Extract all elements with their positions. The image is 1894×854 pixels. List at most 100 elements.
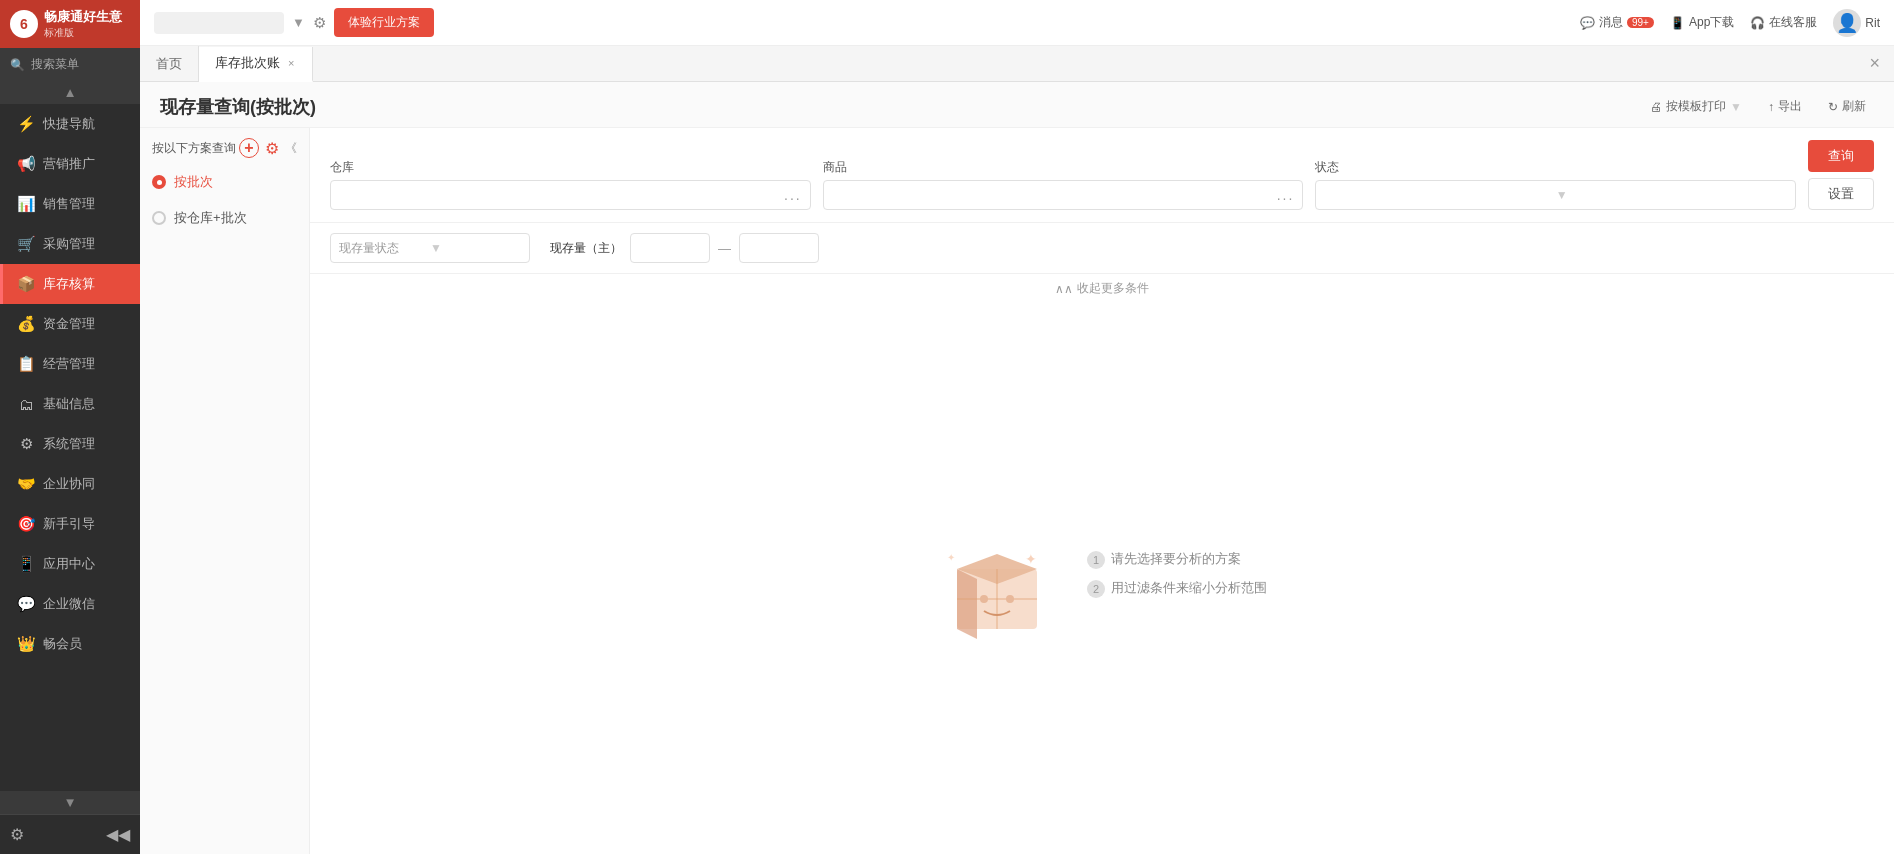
warehouse-dots-btn[interactable]: ...: [784, 187, 802, 203]
filter-panel-header: 按以下方案查询 + ⚙ 《: [140, 128, 309, 164]
tab-area-close-btn[interactable]: ×: [1869, 53, 1880, 74]
messages-btn[interactable]: 💬 消息 99+: [1580, 14, 1654, 31]
search-menu[interactable]: 🔍 搜索菜单: [0, 48, 140, 81]
member-icon: 👑: [17, 635, 35, 653]
print-icon: 🖨: [1650, 100, 1662, 114]
enterprise-icon: 🤝: [17, 475, 35, 493]
sidebar-item-finance[interactable]: 💰 资金管理: [0, 304, 140, 344]
sidebar-footer: ⚙ ◀◀: [0, 814, 140, 854]
finance-icon: 💰: [17, 315, 35, 333]
sidebar-item-member[interactable]: 👑 畅会员: [0, 624, 140, 664]
empty-state: ✦ ✦ 1 请先选择要分析的方案 2 用过滤条件来缩小分析范围: [310, 303, 1894, 854]
avatar: 👤: [1833, 9, 1861, 37]
filter-option-by-batch[interactable]: 按批次: [140, 164, 309, 200]
inventory-status-dropdown-icon: ▼: [430, 241, 521, 255]
collapse-filter-btn[interactable]: 《: [285, 140, 297, 157]
online-service-btn[interactable]: 🎧 在线客服: [1750, 14, 1817, 31]
filter-actions: 查询 设置: [1808, 140, 1874, 210]
enterprise-wechat-icon: 💬: [17, 595, 35, 613]
sales-icon: 📊: [17, 195, 35, 213]
inventory-status-select[interactable]: 现存量状态 ▼: [330, 233, 530, 263]
svg-text:✦: ✦: [1025, 551, 1037, 567]
content-area: 现存量查询(按批次) 🖨 按模板打印 ▼ ↑ 导出 ↻ 刷新: [140, 82, 1894, 854]
product-dots-btn[interactable]: ...: [1277, 187, 1295, 203]
sidebar-item-basic[interactable]: 🗂 基础信息: [0, 384, 140, 424]
scroll-up-btn[interactable]: ▲: [0, 81, 140, 104]
page-actions: 🖨 按模板打印 ▼ ↑ 导出 ↻ 刷新: [1642, 94, 1874, 119]
basic-icon: 🗂: [17, 396, 35, 413]
collapse-sidebar-icon[interactable]: ◀◀: [106, 825, 130, 844]
sidebar-item-marketing[interactable]: 📢 营销推广: [0, 144, 140, 184]
app-logo: 6: [10, 10, 38, 38]
add-scheme-btn[interactable]: +: [239, 138, 259, 158]
sidebar-item-enterprise-wechat[interactable]: 💬 企业微信: [0, 584, 140, 624]
sidebar-item-newbie[interactable]: 🎯 新手引导: [0, 504, 140, 544]
collapse-up-icon: ∧∧: [1055, 282, 1073, 296]
headset-icon: 🎧: [1750, 16, 1765, 30]
filter-settings-btn[interactable]: 设置: [1808, 178, 1874, 210]
tabbar: 首页 库存批次账 × ×: [140, 46, 1894, 82]
filter-panel: 按以下方案查询 + ⚙ 《 按批次 按仓库+批次: [140, 128, 310, 854]
inventory-qty-from[interactable]: [630, 233, 710, 263]
scheme-settings-btn[interactable]: ⚙: [265, 139, 279, 158]
app-download-btn[interactable]: 📱 App下载: [1670, 14, 1734, 31]
product-input[interactable]: [832, 188, 1277, 202]
experience-btn[interactable]: 体验行业方案: [334, 8, 434, 37]
sidebar: 6 畅康通好生意 标准版 🔍 搜索菜单 ▲ ⚡ 快捷导航 📢 营销推广 📊 销售…: [0, 0, 140, 854]
sidebar-item-purchase[interactable]: 🛒 采购管理: [0, 224, 140, 264]
status-dropdown-icon: ▼: [1556, 188, 1787, 202]
warehouse-input[interactable]: [339, 188, 784, 202]
svg-text:✦: ✦: [947, 552, 955, 563]
sidebar-item-app-center[interactable]: 📱 应用中心: [0, 544, 140, 584]
system-icon: ⚙: [17, 435, 35, 453]
inventory-qty-from-input[interactable]: [639, 241, 699, 255]
status-select[interactable]: ▼: [1315, 180, 1796, 210]
export-icon: ↑: [1768, 100, 1774, 114]
refresh-icon: ↻: [1828, 100, 1838, 114]
page-header: 现存量查询(按批次) 🖨 按模板打印 ▼ ↑ 导出 ↻ 刷新: [140, 82, 1894, 128]
topbar-left: ▼ ⚙ 体验行业方案: [154, 8, 1570, 37]
search-icon: 🔍: [10, 58, 25, 72]
scroll-down-btn[interactable]: ▼: [0, 791, 140, 814]
page-title: 现存量查询(按批次): [160, 95, 316, 119]
collapse-row[interactable]: ∧∧ 收起更多条件: [310, 274, 1894, 303]
svg-marker-2: [957, 569, 977, 639]
sidebar-item-inventory[interactable]: 📦 库存核算: [0, 264, 140, 304]
sidebar-item-quick-nav[interactable]: ⚡ 快捷导航: [0, 104, 140, 144]
radio-by-batch: [152, 175, 166, 189]
sidebar-item-system[interactable]: ⚙ 系统管理: [0, 424, 140, 464]
filter-option-by-warehouse-batch[interactable]: 按仓库+批次: [140, 200, 309, 236]
inventory-qty-to-input[interactable]: [748, 241, 808, 255]
sidebar-item-operations[interactable]: 📋 经营管理: [0, 344, 140, 384]
topbar-gear-btn[interactable]: ⚙: [313, 14, 326, 32]
sidebar-nav: ⚡ 快捷导航 📢 营销推广 📊 销售管理 🛒 采购管理 📦 库存核算 💰 资金管…: [0, 104, 140, 791]
tab-close-btn[interactable]: ×: [286, 55, 296, 71]
export-btn[interactable]: ↑ 导出: [1760, 94, 1810, 119]
topbar-dropdown-btn[interactable]: ▼: [292, 15, 305, 30]
settings-footer-icon[interactable]: ⚙: [10, 825, 24, 844]
empty-illustration: ✦ ✦: [937, 519, 1057, 639]
inventory-qty-to[interactable]: [739, 233, 819, 263]
content-body: 按以下方案查询 + ⚙ 《 按批次 按仓库+批次: [140, 128, 1894, 854]
tab-inventory-batch[interactable]: 库存批次账 ×: [199, 47, 313, 82]
warehouse-input-wrap[interactable]: ...: [330, 180, 811, 210]
empty-text: 1 请先选择要分析的方案 2 用过滤条件来缩小分析范围: [1087, 550, 1267, 608]
print-template-btn[interactable]: 🖨 按模板打印 ▼: [1642, 94, 1750, 119]
purchase-icon: 🛒: [17, 235, 35, 253]
inventory-qty-label: 现存量（主）: [550, 240, 622, 257]
step1-num: 1: [1087, 551, 1105, 569]
product-input-wrap[interactable]: ...: [823, 180, 1304, 210]
warehouse-label: 仓库: [330, 159, 811, 178]
inventory-icon: 📦: [17, 275, 35, 293]
radio-by-warehouse-batch: [152, 211, 166, 225]
sidebar-item-sales[interactable]: 📊 销售管理: [0, 184, 140, 224]
user-avatar-btn[interactable]: 👤 Rit: [1833, 9, 1880, 37]
tab-home[interactable]: 首页: [140, 46, 199, 81]
refresh-btn[interactable]: ↻ 刷新: [1820, 94, 1874, 119]
app-name: 畅康通好生意 标准版: [44, 9, 122, 39]
operations-icon: 📋: [17, 355, 35, 373]
topbar-search-input[interactable]: [154, 12, 284, 34]
sidebar-item-enterprise[interactable]: 🤝 企业协同: [0, 464, 140, 504]
query-btn[interactable]: 查询: [1808, 140, 1874, 172]
inventory-qty-wrap: 现存量（主） —: [550, 233, 819, 263]
